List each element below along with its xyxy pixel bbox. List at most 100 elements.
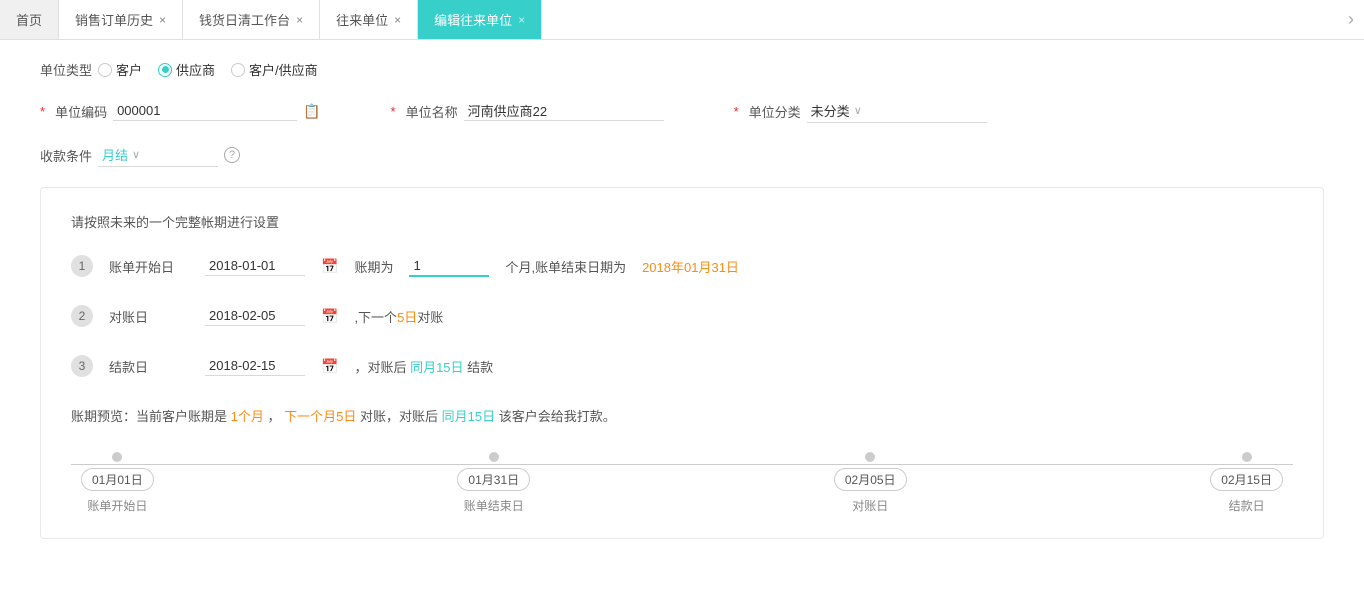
tab-sales-order-history[interactable]: 销售订单历史 ×: [59, 0, 183, 39]
unit-type-row: 单位类型 客户 供应商 客户/供应商: [40, 60, 1324, 79]
tab-partners[interactable]: 往来单位 ×: [320, 0, 418, 39]
tab-edit-partner[interactable]: 编辑往来单位 ×: [418, 0, 542, 39]
radio-customer[interactable]: 客户: [98, 60, 142, 79]
payment-terms-select[interactable]: 月结 ∨: [98, 143, 218, 167]
unit-code-label: 单位编码: [55, 102, 107, 121]
preview-suffix: 该客户会给我打款。: [499, 409, 616, 424]
preview-reconcile-date: 下一个月5日: [284, 409, 356, 424]
preview-months: 1个月: [231, 409, 264, 424]
preview-sep1: ，: [268, 409, 281, 424]
unit-category-star: *: [734, 104, 739, 119]
timeline-badge-2: 01月31日: [457, 468, 530, 491]
help-question-mark: ?: [229, 149, 235, 161]
radio-customer-circle: [98, 63, 112, 77]
tab-edit-partner-close[interactable]: ×: [518, 14, 525, 26]
timeline-badge-4: 02月15日: [1210, 468, 1283, 491]
preview-text: 账期预览：当前客户账期是 1个月 ， 下一个月5日 对账，对账后 同月15日 该…: [71, 405, 1293, 428]
unit-code-field: * 单位编码 📋: [40, 101, 321, 121]
timeline-label-3: 对账日: [852, 497, 888, 514]
step-1-date-input[interactable]: [205, 256, 305, 276]
tab-partners-close[interactable]: ×: [394, 14, 401, 26]
radio-supplier[interactable]: 供应商: [158, 60, 215, 79]
timeline-dot-2: [489, 452, 499, 462]
unit-code-star: *: [40, 104, 45, 119]
timeline-point-4: 02月15日 结款日: [1210, 452, 1283, 514]
step-3-number: 3: [71, 355, 93, 377]
radio-supplier-circle: [158, 63, 172, 77]
page-content: 单位类型 客户 供应商 客户/供应商 * 单位编码: [0, 40, 1364, 608]
panel-title: 请按照未来的一个完整帐期进行设置: [71, 212, 1293, 231]
payment-terms-row: 收款条件 月结 ∨ ?: [40, 143, 1324, 167]
tab-home-label: 首页: [16, 10, 42, 29]
radio-customer-supplier[interactable]: 客户/供应商: [231, 60, 318, 79]
radio-customer-supplier-label: 客户/供应商: [249, 60, 318, 79]
tab-partners-label: 往来单位: [336, 10, 388, 29]
step-2-number: 2: [71, 305, 93, 327]
unit-code-input[interactable]: [113, 101, 297, 121]
step-3-row: 3 结款日 📅 ，对账后 同月15日 结款: [71, 355, 1293, 377]
step-1-cal-icon[interactable]: 📅: [321, 258, 338, 275]
unit-info-row: * 单位编码 📋 * 单位名称 * 单位分类 未分类 ∨: [40, 99, 1324, 123]
step-1-month-input[interactable]: [409, 256, 489, 277]
step-3-desc: ，对账后 同月15日 结款: [354, 357, 493, 376]
unit-name-input[interactable]: [464, 101, 664, 121]
step-3-cal-icon[interactable]: 📅: [321, 358, 338, 375]
radio-group-unit-type: 客户 供应商 客户/供应商: [98, 60, 318, 79]
step-1-end-date: 2018年01月31日: [642, 257, 739, 276]
step-3-date-input[interactable]: [205, 356, 305, 376]
timeline-point-2: 01月31日 账单结束日: [457, 452, 530, 514]
radio-customer-supplier-circle: [231, 63, 245, 77]
preview-prefix: 账期预览：当前客户账期是: [71, 409, 227, 424]
unit-type-field: 单位类型 客户 供应商 客户/供应商: [40, 60, 318, 79]
timeline-point-3: 02月05日 对账日: [834, 452, 907, 514]
step-2-date-input[interactable]: [205, 306, 305, 326]
step-2-cal-icon[interactable]: 📅: [321, 308, 338, 325]
step-1-label: 账单开始日: [109, 257, 189, 276]
payment-terms-help-icon[interactable]: ?: [224, 147, 240, 163]
payment-terms-chevron-icon: ∨: [132, 148, 140, 161]
tab-cash-ledger-close[interactable]: ×: [296, 14, 303, 26]
unit-code-copy-icon[interactable]: 📋: [303, 103, 320, 120]
arrow-right-icon: ›: [1348, 9, 1354, 30]
step-1-suffix: 个月,账单结束日期为: [505, 257, 626, 276]
timeline-points: 01月01日 账单开始日 01月31日 账单结束日 02月05日 对账日 02月…: [81, 452, 1283, 514]
timeline-dot-4: [1242, 452, 1252, 462]
radio-supplier-label: 供应商: [176, 60, 215, 79]
payment-terms-value: 月结: [102, 145, 128, 164]
tabs-right-arrow[interactable]: ›: [1338, 0, 1364, 39]
unit-name-field: * 单位名称: [391, 101, 664, 121]
timeline-point-1: 01月01日 账单开始日: [81, 452, 154, 514]
timeline-dot-3: [865, 452, 875, 462]
unit-category-value: 未分类: [811, 101, 850, 120]
step-1-row: 1 账单开始日 📅 账期为 个月,账单结束日期为 2018年01月31日: [71, 255, 1293, 277]
step-2-desc: ,下一个5日对账: [354, 307, 443, 326]
tab-sales-order-history-label: 销售订单历史: [75, 10, 153, 29]
unit-name-label: 单位名称: [406, 102, 458, 121]
tab-sales-order-history-close[interactable]: ×: [159, 14, 166, 26]
timeline-badge-3: 02月05日: [834, 468, 907, 491]
timeline-label-4: 结款日: [1229, 497, 1265, 514]
tabs-bar: 首页 销售订单历史 × 钱货日清工作台 × 往来单位 × 编辑往来单位 × ›: [0, 0, 1364, 40]
preview-payment-date: 同月15日: [442, 409, 499, 424]
step-3-label: 结款日: [109, 357, 189, 376]
tab-edit-partner-label: 编辑往来单位: [434, 10, 512, 29]
tab-cash-ledger[interactable]: 钱货日清工作台 ×: [183, 0, 320, 39]
unit-name-star: *: [391, 104, 396, 119]
tab-cash-ledger-label: 钱货日清工作台: [199, 10, 290, 29]
step-1-number: 1: [71, 255, 93, 277]
payment-terms-field: 收款条件 月结 ∨ ?: [40, 143, 240, 167]
settings-panel: 请按照未来的一个完整帐期进行设置 1 账单开始日 📅 账期为 个月,账单结束日期…: [40, 187, 1324, 539]
unit-category-select[interactable]: 未分类 ∨: [807, 99, 987, 123]
step-2-label: 对账日: [109, 307, 189, 326]
preview-sep2: 对账，对账后: [360, 409, 438, 424]
tab-home[interactable]: 首页: [0, 0, 59, 39]
unit-category-field: * 单位分类 未分类 ∨: [734, 99, 987, 123]
radio-customer-label: 客户: [116, 60, 142, 79]
unit-type-label: 单位类型: [40, 60, 92, 79]
timeline: 01月01日 账单开始日 01月31日 账单结束日 02月05日 对账日 02月…: [71, 452, 1293, 514]
step-1-middle-text: 账期为: [354, 257, 393, 276]
timeline-dot-1: [112, 452, 122, 462]
step-2-row: 2 对账日 📅 ,下一个5日对账: [71, 305, 1293, 327]
payment-terms-label: 收款条件: [40, 146, 92, 165]
unit-category-chevron-icon: ∨: [854, 104, 862, 117]
